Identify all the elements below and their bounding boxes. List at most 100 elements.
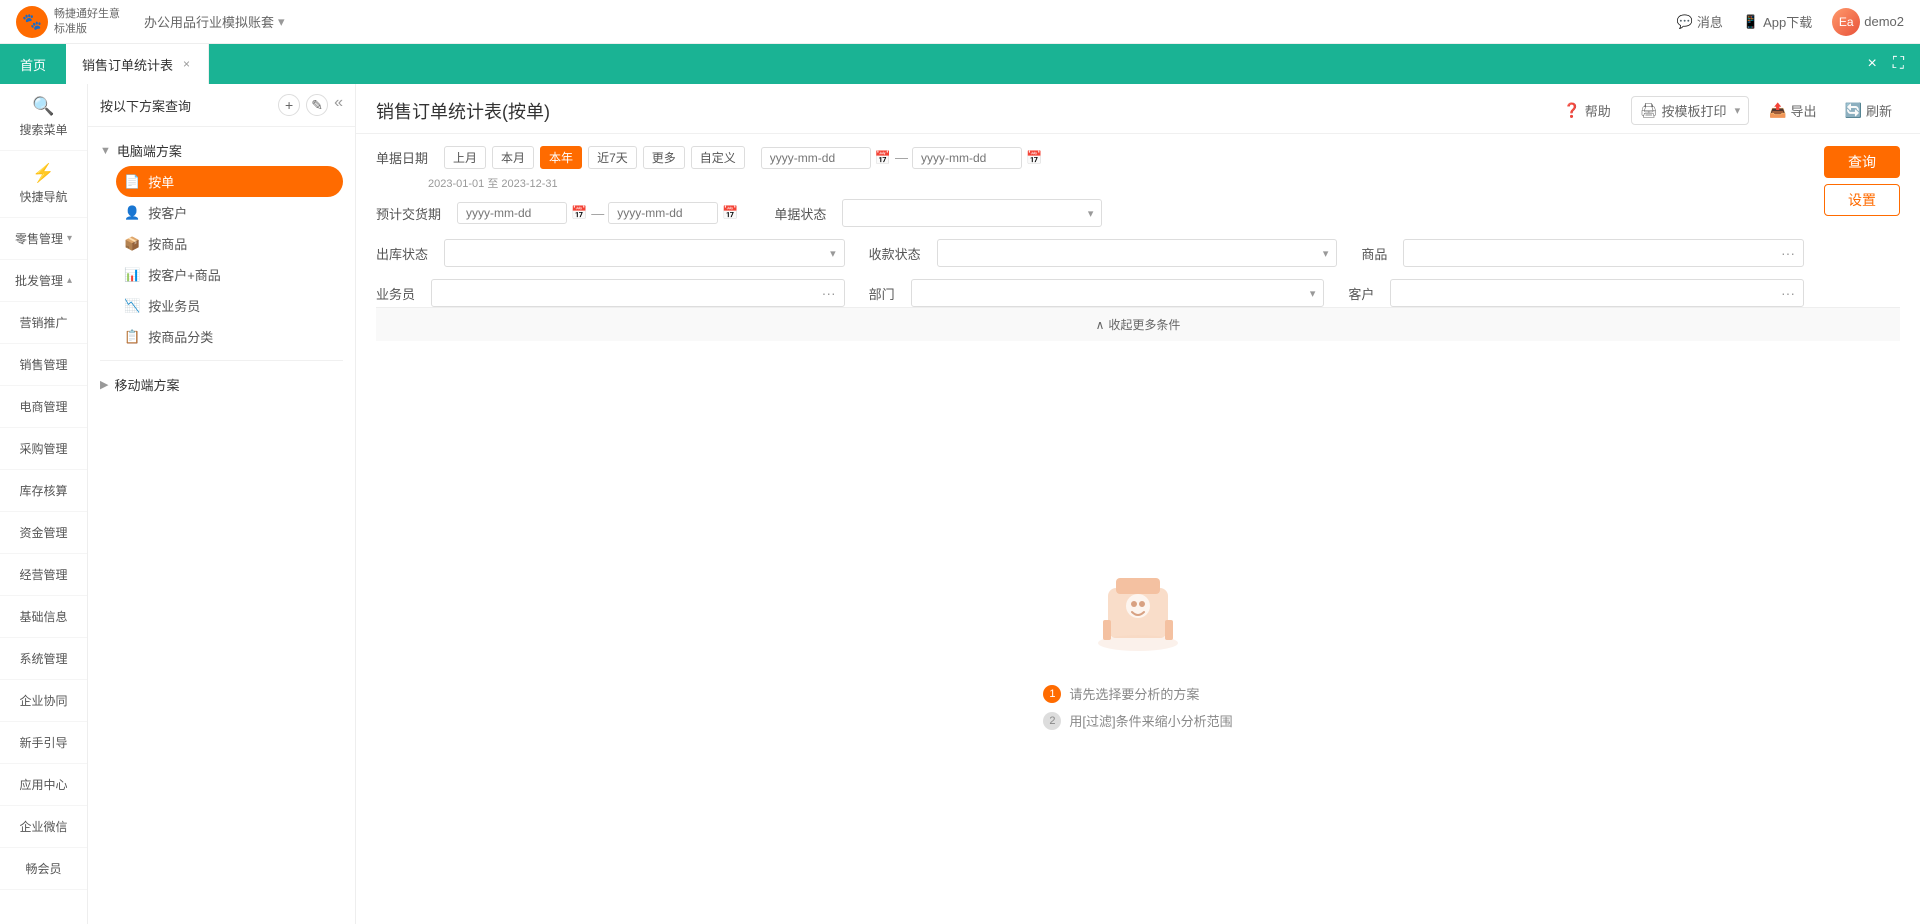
filter-add-icon[interactable]: + xyxy=(278,94,300,116)
sidebar-item-finance-label: 资金管理 xyxy=(19,526,67,540)
sidebar-item-ecommerce-label: 电商管理 xyxy=(19,400,67,414)
date-start-calendar-icon[interactable]: 📅 xyxy=(875,150,891,166)
sidebar-item-system-label: 系统管理 xyxy=(19,652,67,666)
tab-active[interactable]: 销售订单统计表 × xyxy=(66,44,209,84)
date-end-input[interactable] xyxy=(912,147,1022,169)
sidebar-item-finance[interactable]: 资金管理 xyxy=(0,512,87,554)
tip-text-1: 请先选择要分析的方案 xyxy=(1069,684,1199,703)
sidebar-item-appcenter-label: 应用中心 xyxy=(19,778,67,792)
delivery-status-label: 出库状态 xyxy=(376,244,428,263)
sidebar-item-operations[interactable]: 经营管理 xyxy=(0,554,87,596)
filter-date-row: 单据日期 上月 本月 本年 近7天 更多 自定义 � xyxy=(376,146,1804,169)
app-download-action[interactable]: 📱 App下载 xyxy=(1743,12,1812,31)
sidebar-item-newbie[interactable]: 新手引导 xyxy=(0,722,87,764)
date-end-calendar-icon[interactable]: 📅 xyxy=(1026,150,1042,166)
sidebar-item-member-label: 畅会员 xyxy=(25,862,61,876)
sidebar-item-wholesale[interactable]: 批发管理 ▴ xyxy=(0,260,87,302)
refresh-btn[interactable]: 🔄 刷新 xyxy=(1837,97,1900,124)
sidebar-item-ecommerce[interactable]: 电商管理 xyxy=(0,386,87,428)
export-label: 导出 xyxy=(1791,101,1817,120)
date-btn-custom[interactable]: 自定义 xyxy=(691,146,745,169)
filter-item-by-category[interactable]: 📋 按商品分类 xyxy=(116,321,343,352)
payment-status-label: 收款状态 xyxy=(869,244,921,263)
close-window-icon[interactable]: × xyxy=(1863,51,1880,77)
app-download-label: App下载 xyxy=(1763,12,1812,31)
filter-item-by-salesperson[interactable]: 📉 按业务员 xyxy=(116,290,343,321)
help-icon: ❓ xyxy=(1563,102,1580,119)
date-range-display: 2023-01-01 至 2023-12-31 xyxy=(428,175,1804,191)
collapse-bar[interactable]: ∧ 收起更多条件 xyxy=(376,307,1900,341)
date-label: 单据日期 xyxy=(376,148,428,167)
sidebar-item-system[interactable]: 系统管理 xyxy=(0,638,87,680)
fullscreen-icon[interactable]: ⛶ xyxy=(1889,51,1908,77)
sidebar-item-search-menu[interactable]: 🔍 搜索菜单 xyxy=(0,84,87,151)
by-salesperson-icon: 📉 xyxy=(124,298,140,314)
customer-dots[interactable]: ··· xyxy=(1781,285,1795,301)
filter-collapse-btn[interactable]: « xyxy=(334,94,343,116)
page-title-actions: ❓ 帮助 🖨 按模板打印 ▾ 📤 导出 🔄 刷新 xyxy=(1555,96,1900,125)
export-btn[interactable]: 📤 导出 xyxy=(1761,97,1824,124)
date-btn-last-7-days[interactable]: 近7天 xyxy=(588,146,637,169)
filter-edit-icon[interactable]: ✎ xyxy=(306,94,328,116)
sidebar: 🔍 搜索菜单 ⚡ 快捷导航 零售管理 ▾ 批发管理 ▴ 营销推广 销售管理 电商… xyxy=(0,84,88,924)
department-select[interactable]: ▾ xyxy=(911,279,1325,307)
salesperson-dots[interactable]: ··· xyxy=(822,285,836,301)
date-input-area: 📅 — 📅 xyxy=(761,147,1042,169)
sidebar-item-wechat[interactable]: 企业微信 xyxy=(0,806,87,848)
avatar: Ea xyxy=(1832,8,1860,36)
sidebar-item-member[interactable]: 畅会员 xyxy=(0,848,87,890)
delivery-end-input[interactable] xyxy=(608,202,718,224)
print-btn[interactable]: 🖨 按模板打印 ▾ xyxy=(1631,96,1749,125)
date-start-input[interactable] xyxy=(761,147,871,169)
pc-section-toggle[interactable]: ▼ 电脑端方案 xyxy=(100,135,343,166)
sidebar-item-purchase[interactable]: 采购管理 xyxy=(0,428,87,470)
filter-item-by-order[interactable]: 📄 按单 xyxy=(116,166,343,197)
filter-item-by-product[interactable]: 📦 按商品 xyxy=(116,228,343,259)
filter-row-3: 出库状态 ▾ 收款状态 ▾ 商品 xyxy=(376,239,1804,267)
sidebar-item-appcenter[interactable]: 应用中心 xyxy=(0,764,87,806)
filter-panel: 按以下方案查询 + ✎ « ▼ 电脑端方案 📄 按单 xyxy=(88,84,356,924)
sidebar-item-quick-nav-label: 快捷导航 xyxy=(19,190,67,204)
filter-item-by-customer-product[interactable]: 📊 按客户+商品 xyxy=(116,259,343,290)
settings-button[interactable]: 设置 xyxy=(1824,184,1900,216)
message-action[interactable]: 💬 消息 xyxy=(1677,12,1723,31)
tab-home[interactable]: 首页 xyxy=(0,44,66,84)
sidebar-item-retail[interactable]: 零售管理 ▾ xyxy=(0,218,87,260)
salesperson-select[interactable]: ··· xyxy=(431,279,845,307)
product-select-dots[interactable]: ··· xyxy=(1781,245,1795,261)
suite-title-arrow[interactable]: ▾ xyxy=(278,14,285,30)
sidebar-item-inventory[interactable]: 库存核算 xyxy=(0,470,87,512)
help-btn[interactable]: ❓ 帮助 xyxy=(1555,97,1618,124)
delivery-end-cal-icon[interactable]: 📅 xyxy=(722,205,738,221)
sidebar-item-basic[interactable]: 基础信息 xyxy=(0,596,87,638)
sidebar-item-quick-nav[interactable]: ⚡ 快捷导航 xyxy=(0,151,87,218)
mobile-section-toggle[interactable]: ▶ 移动端方案 xyxy=(100,369,343,400)
by-salesperson-label: 按业务员 xyxy=(148,296,200,315)
user-profile[interactable]: Ea demo2 xyxy=(1832,8,1904,36)
tab-close-icon[interactable]: × xyxy=(181,55,192,73)
sidebar-item-enterprise[interactable]: 企业协同 xyxy=(0,680,87,722)
date-btn-more[interactable]: 更多 xyxy=(643,146,685,169)
delivery-status-arrow: ▾ xyxy=(830,247,836,260)
query-button[interactable]: 查询 xyxy=(1824,146,1900,178)
date-btn-this-month[interactable]: 本月 xyxy=(492,146,534,169)
filter-item-by-customer[interactable]: 👤 按客户 xyxy=(116,197,343,228)
sidebar-item-enterprise-label: 企业协同 xyxy=(19,694,67,708)
sidebar-item-marketing[interactable]: 营销推广 xyxy=(0,302,87,344)
customer-label: 客户 xyxy=(1348,284,1374,303)
by-customer-product-icon: 📊 xyxy=(124,267,140,283)
logo-text: 畅捷通好生意 标准版 xyxy=(54,7,120,36)
status-select[interactable]: ▾ xyxy=(842,199,1102,227)
date-btn-last-month[interactable]: 上月 xyxy=(444,146,486,169)
delivery-status-select[interactable]: ▾ xyxy=(444,239,845,267)
delivery-start-cal-icon[interactable]: 📅 xyxy=(571,205,587,221)
payment-status-select[interactable]: ▾ xyxy=(937,239,1338,267)
delivery-start-input[interactable] xyxy=(457,202,567,224)
page-title-bar: 销售订单统计表(按单) ❓ 帮助 🖨 按模板打印 ▾ 📤 导出 xyxy=(356,84,1920,133)
product-select[interactable]: ··· xyxy=(1403,239,1804,267)
date-btn-this-year[interactable]: 本年 xyxy=(540,146,582,169)
date-quick-btns: 上月 本月 本年 近7天 更多 自定义 xyxy=(444,146,745,169)
logo-area: 🐾 畅捷通好生意 标准版 xyxy=(16,6,120,38)
sidebar-item-sales[interactable]: 销售管理 xyxy=(0,344,87,386)
customer-select[interactable]: ··· xyxy=(1390,279,1804,307)
